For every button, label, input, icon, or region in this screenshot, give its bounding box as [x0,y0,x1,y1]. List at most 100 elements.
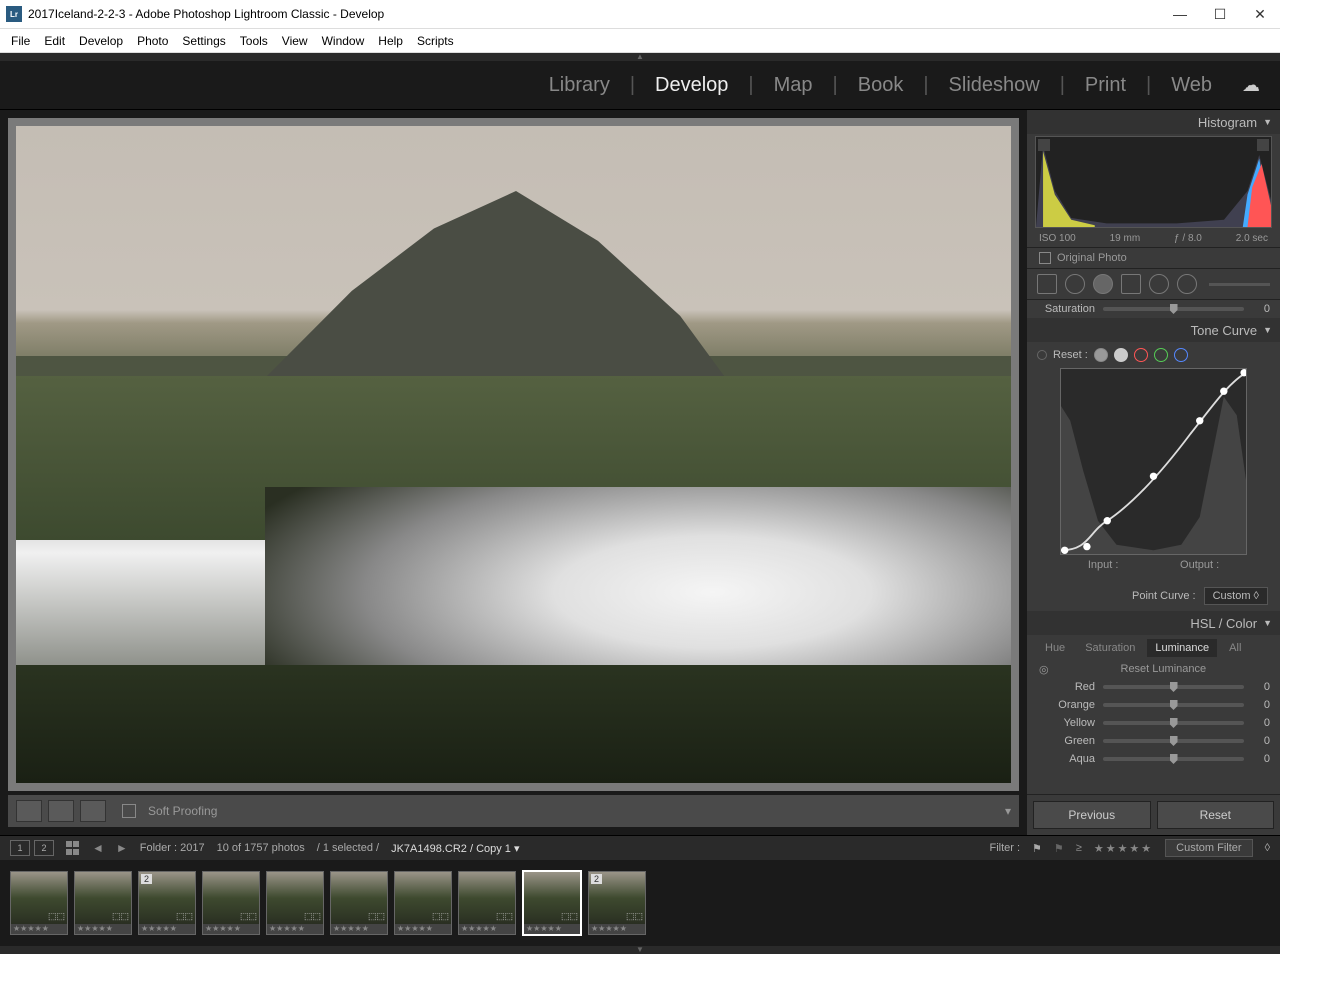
grad-filter-tool[interactable] [1121,274,1141,294]
filmstrip-thumb[interactable]: ⬚⬚★★★★★ [458,871,516,935]
filename-display[interactable]: JK7A1498.CR2 / Copy 1 ▾ [391,842,519,855]
tonecurve-header[interactable]: Tone Curve▼ [1027,318,1280,342]
filmstrip-thumb[interactable]: 2⬚⬚★★★★★ [588,871,646,935]
menu-settings[interactable]: Settings [175,34,232,48]
shutter-value: 2.0 sec [1236,233,1268,244]
image-canvas[interactable] [8,118,1019,791]
menu-tools[interactable]: Tools [233,34,275,48]
hsl-red-slider[interactable] [1103,685,1244,689]
saturation-slider[interactable] [1103,307,1244,311]
menu-scripts[interactable]: Scripts [410,34,461,48]
menu-help[interactable]: Help [371,34,410,48]
selected-count: / 1 selected / [317,842,379,854]
point-curve-row: Point Curve : Custom ◊ [1027,581,1280,611]
screen-1-button[interactable]: 1 [10,840,30,856]
channel-green[interactable] [1154,348,1168,362]
soft-proofing-checkbox[interactable] [122,804,136,818]
target-adjust-icon[interactable] [1037,350,1047,360]
aperture-value: ƒ / 8.0 [1174,233,1202,244]
module-web[interactable]: Web [1167,74,1216,97]
close-button[interactable]: ✕ [1240,0,1280,28]
nav-back-icon[interactable]: ◄ [92,841,104,855]
tone-curve-editor[interactable] [1060,368,1247,555]
hsl-reset-label[interactable]: Reset Luminance [1121,663,1207,675]
cloud-sync-icon[interactable]: ☁ [1242,75,1260,96]
filmstrip-thumb[interactable]: ⬚⬚★★★★★ [266,871,324,935]
folder-label[interactable]: Folder : 2017 [140,842,205,854]
channel-rgb[interactable] [1114,348,1128,362]
highlight-clip-indicator[interactable] [1257,139,1269,151]
channel-parametric[interactable] [1094,348,1108,362]
tool-slider[interactable] [1209,283,1270,286]
histogram-header[interactable]: Histogram▼ [1027,110,1280,134]
loupe-view-button[interactable] [16,800,42,822]
point-curve-select[interactable]: Custom ◊ [1204,587,1268,605]
histogram-display[interactable] [1035,136,1272,228]
filmstrip[interactable]: ⬚⬚★★★★★⬚⬚★★★★★2⬚⬚★★★★★⬚⬚★★★★★⬚⬚★★★★★⬚⬚★★… [0,860,1280,946]
star-filter[interactable]: ★★★★★ [1094,842,1153,855]
menu-develop[interactable]: Develop [72,34,130,48]
menu-view[interactable]: View [275,34,315,48]
hsl-tab-all[interactable]: All [1221,639,1249,657]
shadow-clip-indicator[interactable] [1038,139,1050,151]
channel-red[interactable] [1134,348,1148,362]
channel-blue[interactable] [1174,348,1188,362]
module-map[interactable]: Map [770,74,817,97]
crop-tool[interactable] [1037,274,1057,294]
redeye-tool[interactable] [1093,274,1113,294]
hsl-red-row: Red0 [1027,678,1280,696]
reset-button[interactable]: Reset [1157,801,1275,829]
minimize-button[interactable]: — [1160,0,1200,28]
hsl-header[interactable]: HSL / Color▼ [1027,611,1280,635]
before-after-button[interactable] [48,800,74,822]
nav-fwd-icon[interactable]: ► [116,841,128,855]
brush-tool[interactable] [1177,274,1197,294]
radial-filter-tool[interactable] [1149,274,1169,294]
original-checkbox[interactable] [1039,252,1051,264]
filmstrip-thumb[interactable]: ⬚⬚★★★★★ [522,870,582,936]
hsl-green-slider[interactable] [1103,739,1244,743]
original-photo-row[interactable]: Original Photo [1027,247,1280,269]
hsl-orange-slider[interactable] [1103,703,1244,707]
toolbar-dropdown[interactable]: ▾ [1005,804,1011,818]
filmstrip-thumb[interactable]: ⬚⬚★★★★★ [394,871,452,935]
custom-filter-select[interactable]: Custom Filter [1165,839,1252,857]
filter-label: Filter : [989,842,1020,854]
filmstrip-thumb[interactable]: ⬚⬚★★★★★ [10,871,68,935]
menubar: File Edit Develop Photo Settings Tools V… [0,29,1280,53]
menu-edit[interactable]: Edit [37,34,72,48]
filmstrip-thumb[interactable]: ⬚⬚★★★★★ [330,871,388,935]
spot-removal-tool[interactable] [1065,274,1085,294]
hsl-tab-luminance[interactable]: Luminance [1147,639,1217,657]
hsl-tab-hue[interactable]: Hue [1037,639,1073,657]
hsl-yellow-slider[interactable] [1103,721,1244,725]
hsl-target-icon[interactable]: ◎ [1039,663,1049,676]
hsl-aqua-slider[interactable] [1103,757,1244,761]
maximize-button[interactable]: ☐ [1200,0,1240,28]
hsl-green-row: Green0 [1027,732,1280,750]
module-book[interactable]: Book [854,74,908,97]
hsl-tab-saturation[interactable]: Saturation [1077,639,1143,657]
module-library[interactable]: Library [545,74,614,97]
bottom-panel-toggle[interactable]: ▼ [0,946,1280,954]
previous-button[interactable]: Previous [1033,801,1151,829]
window-title: 2017Iceland-2-2-3 - Adobe Photoshop Ligh… [28,7,1160,21]
menu-window[interactable]: Window [315,34,372,48]
module-print[interactable]: Print [1081,74,1130,97]
menu-photo[interactable]: Photo [130,34,175,48]
hsl-aqua-row: Aqua0 [1027,750,1280,768]
menu-file[interactable]: File [4,34,37,48]
compare-button[interactable] [80,800,106,822]
histogram-info: ISO 100 19 mm ƒ / 8.0 2.0 sec [1027,230,1280,247]
filmstrip-thumb[interactable]: ⬚⬚★★★★★ [74,871,132,935]
flag-filter-icon[interactable]: ⚑ [1032,842,1042,855]
filter-lock-icon[interactable]: ◊ [1265,842,1270,854]
module-slideshow[interactable]: Slideshow [945,74,1044,97]
screen-2-button[interactable]: 2 [34,840,54,856]
filmstrip-thumb[interactable]: 2⬚⬚★★★★★ [138,871,196,935]
top-panel-toggle[interactable]: ▲ [0,53,1280,61]
grid-view-icon[interactable] [66,841,80,855]
module-develop[interactable]: Develop [651,74,732,97]
filmstrip-thumb[interactable]: ⬚⬚★★★★★ [202,871,260,935]
reject-filter-icon[interactable]: ⚑ [1054,842,1064,855]
